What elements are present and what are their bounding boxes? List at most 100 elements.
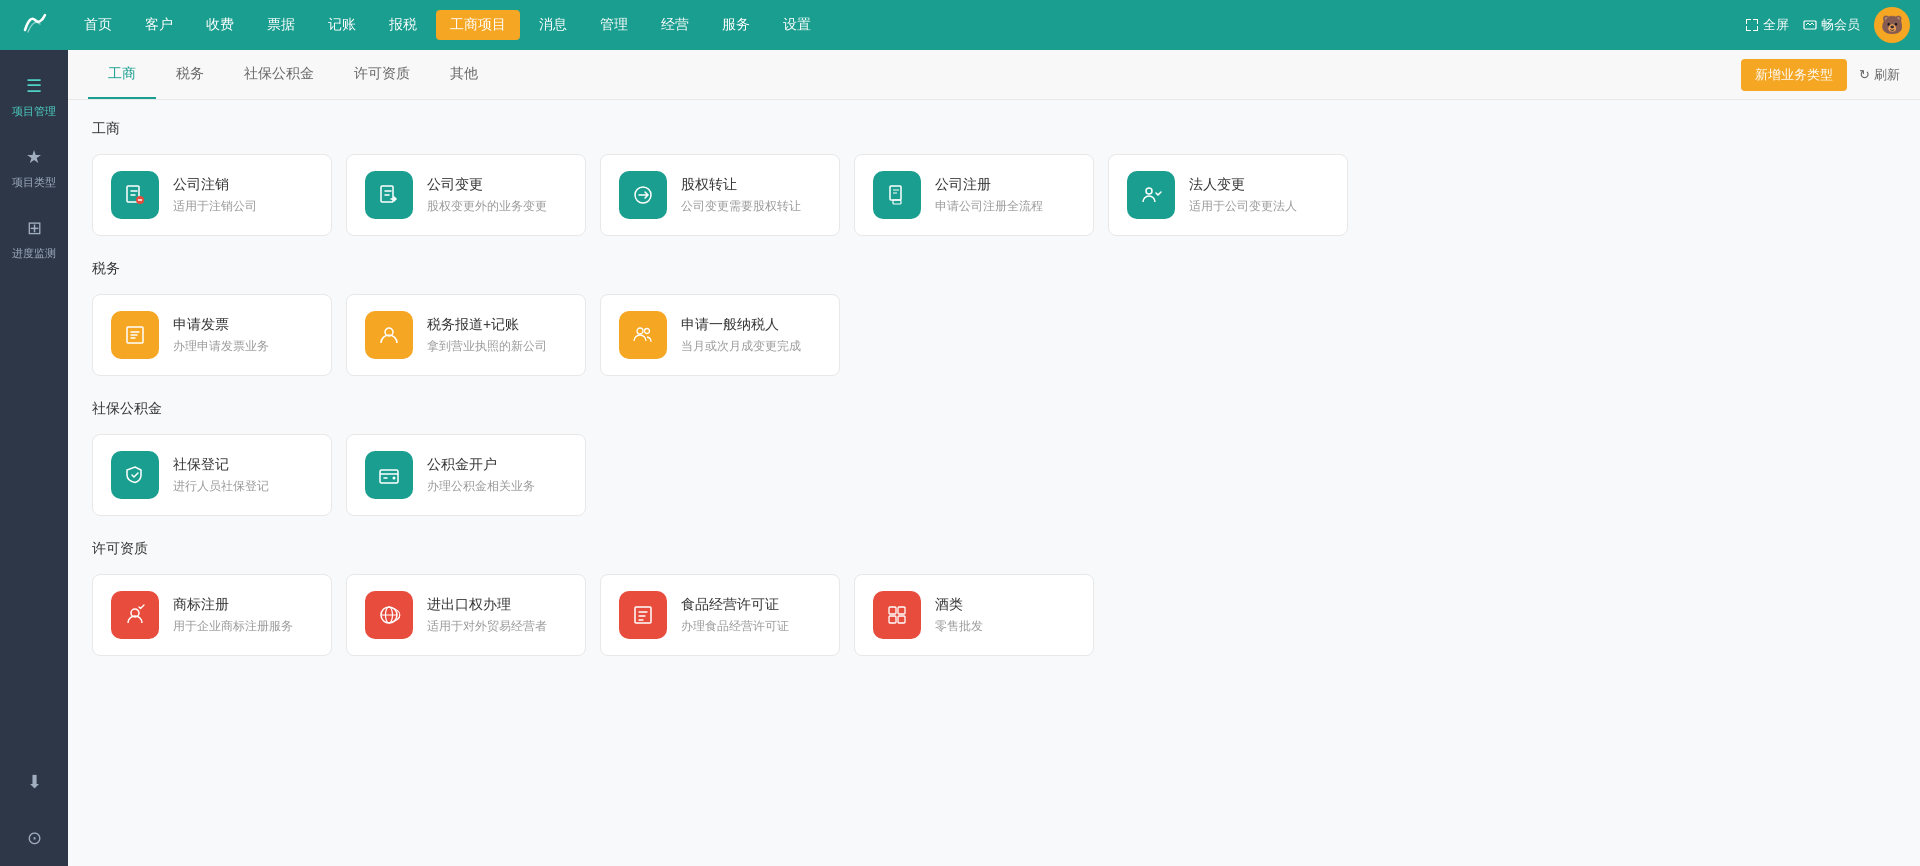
card-desc-商标注册: 用于企业商标注册服务 xyxy=(173,618,313,635)
card-公司注销[interactable]: 公司注销 适用于注销公司 xyxy=(92,154,332,236)
card-icon-法人变更 xyxy=(1127,171,1175,219)
top-navigation: 首页客户收费票据记账报税工商项目消息管理经营服务设置 全屏 畅会员 🐻 xyxy=(0,0,1920,50)
card-公积金开户[interactable]: 公积金开户 办理公积金相关业务 xyxy=(346,434,586,516)
content-area: 工商税务社保公积金许可资质其他 新增业务类型 ↻ 刷新 工商 公司注销 适用于注… xyxy=(68,50,1920,866)
card-name-股权转让: 股权转让 xyxy=(681,176,821,194)
fullscreen-button[interactable]: 全屏 xyxy=(1745,16,1789,34)
top-nav-right: 全屏 畅会员 🐻 xyxy=(1745,7,1910,43)
tab-工商[interactable]: 工商 xyxy=(88,51,156,99)
card-desc-公司注销: 适用于注销公司 xyxy=(173,198,313,215)
tab-社保公积金[interactable]: 社保公积金 xyxy=(224,51,334,99)
card-icon-食品经营许可证 xyxy=(619,591,667,639)
card-name-食品经营许可证: 食品经营许可证 xyxy=(681,596,821,614)
content-scroll[interactable]: 工商 公司注销 适用于注销公司 公司变更 股权变更外的业务变更 股权转让 公 xyxy=(68,100,1920,866)
nav-item-工商项目[interactable]: 工商项目 xyxy=(436,10,520,40)
svg-rect-27 xyxy=(898,607,905,614)
logo[interactable] xyxy=(10,10,60,40)
sidebar-icon-项目管理: ☰ xyxy=(20,72,48,100)
card-desc-法人变更: 适用于公司变更法人 xyxy=(1189,198,1329,215)
card-desc-申请一般纳税人: 当月或次月成变更完成 xyxy=(681,338,821,355)
card-食品经营许可证[interactable]: 食品经营许可证 办理食品经营许可证 xyxy=(600,574,840,656)
card-icon-公司注册 xyxy=(873,171,921,219)
nav-item-经营[interactable]: 经营 xyxy=(647,10,703,40)
nav-item-管理[interactable]: 管理 xyxy=(586,10,642,40)
card-text-商标注册: 商标注册 用于企业商标注册服务 xyxy=(173,596,313,635)
svg-rect-29 xyxy=(898,616,905,623)
nav-item-设置[interactable]: 设置 xyxy=(769,10,825,40)
refresh-button[interactable]: ↻ 刷新 xyxy=(1859,66,1900,84)
card-申请一般纳税人[interactable]: 申请一般纳税人 当月或次月成变更完成 xyxy=(600,294,840,376)
cards-grid-社保公积金: 社保登记 进行人员社保登记 公积金开户 办理公积金相关业务 xyxy=(92,434,1896,516)
card-酒类[interactable]: 酒类 零售批发 xyxy=(854,574,1094,656)
sidebar-label: 进度监测 xyxy=(12,246,56,261)
nav-item-客户[interactable]: 客户 xyxy=(131,10,187,40)
new-type-button[interactable]: 新增业务类型 xyxy=(1741,59,1847,91)
nav-item-服务[interactable]: 服务 xyxy=(708,10,764,40)
nav-item-票据[interactable]: 票据 xyxy=(253,10,309,40)
svg-rect-7 xyxy=(1757,26,1758,31)
svg-rect-3 xyxy=(1757,19,1758,24)
card-desc-酒类: 零售批发 xyxy=(935,618,1075,635)
card-社保登记[interactable]: 社保登记 进行人员社保登记 xyxy=(92,434,332,516)
tab-税务[interactable]: 税务 xyxy=(156,51,224,99)
svg-rect-1 xyxy=(1746,19,1747,24)
vip-button[interactable]: 畅会员 xyxy=(1803,16,1860,34)
card-icon-公积金开户 xyxy=(365,451,413,499)
sidebar-bottom-item-1[interactable]: ⊙ xyxy=(0,810,68,866)
tab-其他[interactable]: 其他 xyxy=(430,51,498,99)
tabs-header: 工商税务社保公积金许可资质其他 新增业务类型 ↻ 刷新 xyxy=(68,50,1920,100)
nav-item-收费[interactable]: 收费 xyxy=(192,10,248,40)
svg-rect-28 xyxy=(889,616,896,623)
card-申请发票[interactable]: 申请发票 办理申请发票业务 xyxy=(92,294,332,376)
card-text-酒类: 酒类 零售批发 xyxy=(935,596,1075,635)
cards-grid-许可资质: 商标注册 用于企业商标注册服务 进出口权办理 适用于对外贸易经营者 食品经营许可… xyxy=(92,574,1896,656)
card-icon-公司注销 xyxy=(111,171,159,219)
card-name-社保登记: 社保登记 xyxy=(173,456,313,474)
card-税务报道+记账[interactable]: 税务报道+记账 拿到营业执照的新公司 xyxy=(346,294,586,376)
tabs-list: 工商税务社保公积金许可资质其他 xyxy=(88,51,1741,99)
svg-point-18 xyxy=(637,328,643,334)
sidebar-icon-项目类型: ★ xyxy=(20,143,48,171)
card-name-公司注销: 公司注销 xyxy=(173,176,313,194)
nav-item-记账[interactable]: 记账 xyxy=(314,10,370,40)
nav-item-消息[interactable]: 消息 xyxy=(525,10,581,40)
nav-item-首页[interactable]: 首页 xyxy=(70,10,126,40)
sidebar-bottom-icon-0: ⬇ xyxy=(20,768,48,796)
tab-许可资质[interactable]: 许可资质 xyxy=(334,51,430,99)
cards-grid-工商: 公司注销 适用于注销公司 公司变更 股权变更外的业务变更 股权转让 公司变更需要… xyxy=(92,154,1896,236)
sidebar-label: 项目管理 xyxy=(12,104,56,119)
card-text-公司变更: 公司变更 股权变更外的业务变更 xyxy=(427,176,567,215)
section-title-社保公积金: 社保公积金 xyxy=(92,400,1896,418)
card-公司注册[interactable]: 公司注册 申请公司注册全流程 xyxy=(854,154,1094,236)
card-desc-食品经营许可证: 办理食品经营许可证 xyxy=(681,618,821,635)
svg-rect-26 xyxy=(889,607,896,614)
card-desc-税务报道+记账: 拿到营业执照的新公司 xyxy=(427,338,567,355)
svg-point-19 xyxy=(645,329,650,334)
sidebar-item-项目管理[interactable]: ☰ 项目管理 xyxy=(0,60,68,131)
card-name-税务报道+记账: 税务报道+记账 xyxy=(427,316,567,334)
card-desc-进出口权办理: 适用于对外贸易经营者 xyxy=(427,618,567,635)
section-title-税务: 税务 xyxy=(92,260,1896,278)
sidebar-item-进度监测[interactable]: ⊞ 进度监测 xyxy=(0,202,68,273)
card-商标注册[interactable]: 商标注册 用于企业商标注册服务 xyxy=(92,574,332,656)
card-text-食品经营许可证: 食品经营许可证 办理食品经营许可证 xyxy=(681,596,821,635)
card-name-申请一般纳税人: 申请一般纳税人 xyxy=(681,316,821,334)
card-icon-申请发票 xyxy=(111,311,159,359)
card-text-法人变更: 法人变更 适用于公司变更法人 xyxy=(1189,176,1329,215)
card-text-税务报道+记账: 税务报道+记账 拿到营业执照的新公司 xyxy=(427,316,567,355)
nav-items: 首页客户收费票据记账报税工商项目消息管理经营服务设置 xyxy=(70,10,1745,40)
card-icon-股权转让 xyxy=(619,171,667,219)
nav-item-报税[interactable]: 报税 xyxy=(375,10,431,40)
svg-rect-20 xyxy=(380,470,398,483)
card-股权转让[interactable]: 股权转让 公司变更需要股权转让 xyxy=(600,154,840,236)
sidebar-bottom-item-0[interactable]: ⬇ xyxy=(0,754,68,810)
svg-point-15 xyxy=(1146,188,1152,194)
section-title-许可资质: 许可资质 xyxy=(92,540,1896,558)
sidebar-bottom-icon-1: ⊙ xyxy=(20,824,48,852)
card-公司变更[interactable]: 公司变更 股权变更外的业务变更 xyxy=(346,154,586,236)
main-layout: ☰ 项目管理 ★ 项目类型 ⊞ 进度监测 ⬇ ⊙ 工商税务社保公积金许可资质其他 … xyxy=(0,50,1920,866)
sidebar-item-项目类型[interactable]: ★ 项目类型 xyxy=(0,131,68,202)
card-icon-进出口权办理 xyxy=(365,591,413,639)
card-法人变更[interactable]: 法人变更 适用于公司变更法人 xyxy=(1108,154,1348,236)
card-进出口权办理[interactable]: 进出口权办理 适用于对外贸易经营者 xyxy=(346,574,586,656)
